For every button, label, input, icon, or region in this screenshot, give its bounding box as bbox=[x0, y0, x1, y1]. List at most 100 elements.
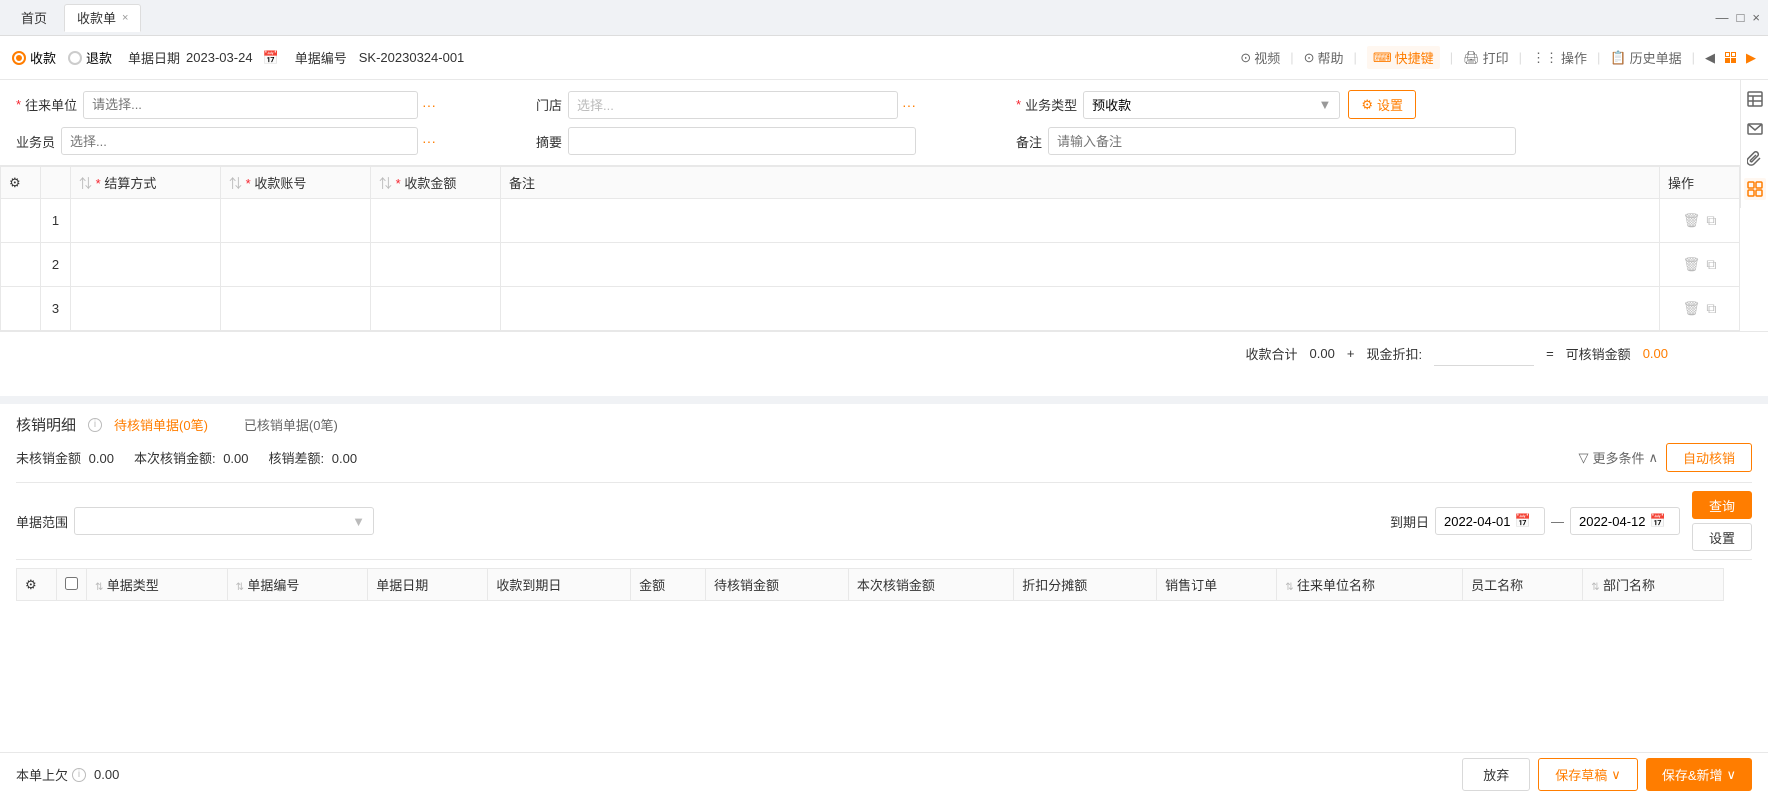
th-action: 操作 bbox=[1660, 167, 1740, 199]
store-select[interactable]: 选择... bbox=[568, 91, 898, 119]
close-icon[interactable]: × bbox=[122, 12, 128, 24]
row1-amount[interactable] bbox=[371, 199, 501, 243]
business-type-select[interactable]: 预收款 ▼ bbox=[1083, 91, 1340, 119]
row1-account[interactable] bbox=[221, 199, 371, 243]
row1-remark[interactable] bbox=[501, 199, 1660, 243]
sidebar-clip-icon[interactable] bbox=[1744, 148, 1766, 170]
number-value[interactable]: SK-20230324-001 bbox=[359, 50, 465, 65]
auto-verify-btn[interactable]: 自动核销 bbox=[1666, 443, 1752, 472]
row2-delete-icon[interactable]: 🗑 bbox=[1683, 256, 1701, 273]
date-value[interactable]: 2023-03-24 bbox=[186, 50, 253, 65]
shortcut-btn[interactable]: ⌨ 快捷键 bbox=[1367, 46, 1440, 69]
done-tab[interactable]: 已核销单据(0笔) bbox=[244, 415, 338, 434]
th-settlement: ⇅ * 结算方式 bbox=[71, 167, 221, 199]
receipt-radio[interactable]: 收款 bbox=[12, 48, 56, 67]
row3-actions: 🗑 ⧉ bbox=[1660, 287, 1740, 331]
nav-prev-btn[interactable]: ◀ bbox=[1705, 50, 1715, 66]
row3-settlement[interactable] bbox=[71, 287, 221, 331]
range-field: 单据范围 ▼ bbox=[16, 507, 1378, 535]
th-sort-icon: ⇅ bbox=[79, 176, 92, 191]
form-area: * 往来单位 ··· 门店 选择... ··· * 业务类型 预收款 bbox=[0, 80, 1768, 166]
row2-amount[interactable] bbox=[371, 243, 501, 287]
summary-input[interactable] bbox=[568, 127, 916, 155]
date-from-input[interactable]: 2022-04-01 📅 bbox=[1435, 507, 1545, 535]
sep5: | bbox=[1597, 50, 1600, 65]
verify-stats: 未核销金额 0.00 本次核销金额: 0.00 核销差额: 0.00 ▽ 更多条… bbox=[16, 443, 1752, 472]
history-btn[interactable]: 📋 历史单据 bbox=[1610, 48, 1681, 67]
bottom-th-amount: 金额 bbox=[631, 569, 706, 601]
row2-actions: 🗑 ⧉ bbox=[1660, 243, 1740, 287]
row3-delete-icon[interactable]: 🗑 bbox=[1683, 300, 1701, 317]
counterpart-input[interactable] bbox=[83, 91, 418, 119]
bottom-th-type: ⇅ 单据类型 bbox=[87, 569, 228, 601]
more-conditions-btn[interactable]: ▽ 更多条件 ∧ bbox=[1578, 448, 1658, 467]
staff-input[interactable] bbox=[61, 127, 418, 155]
pending-tab[interactable]: 待核销单据(0笔) bbox=[114, 415, 208, 434]
row1-settlement[interactable] bbox=[71, 199, 221, 243]
row2-settlement[interactable] bbox=[71, 243, 221, 287]
draft-arrow-icon: ∨ bbox=[1611, 767, 1621, 783]
print-btn[interactable]: 🖨 打印 bbox=[1463, 48, 1509, 67]
bottom-th-gear[interactable]: ⚙ bbox=[17, 569, 57, 601]
business-type-field: * 业务类型 预收款 ▼ ⚙ 设置 bbox=[1016, 90, 1416, 119]
verify-info-icon[interactable]: i bbox=[88, 418, 102, 432]
row2-num: 2 bbox=[41, 243, 71, 287]
bottom-th-current: 本次核销金额 bbox=[848, 569, 1013, 601]
save-draft-button[interactable]: 保存草稿 ∨ bbox=[1538, 758, 1638, 791]
window-max-btn[interactable]: □ bbox=[1737, 10, 1745, 25]
tab-home[interactable]: 首页 bbox=[8, 4, 60, 32]
grid-view-icon[interactable] bbox=[1725, 52, 1736, 63]
table-gear-header[interactable]: ⚙ bbox=[1, 167, 41, 199]
staff-more-btn[interactable]: ··· bbox=[422, 133, 436, 149]
calendar-icon[interactable]: 📅 bbox=[263, 50, 279, 66]
date-to-input[interactable]: 2022-04-12 📅 bbox=[1570, 507, 1680, 535]
query-button[interactable]: 查询 bbox=[1692, 491, 1752, 519]
row2-account[interactable] bbox=[221, 243, 371, 287]
refund-radio[interactable]: 退款 bbox=[68, 48, 112, 67]
settings-btn-label: 设置 bbox=[1377, 95, 1403, 114]
tab-receipt[interactable]: 收款单 × bbox=[64, 4, 141, 32]
biz-type-text: 业务类型 bbox=[1025, 95, 1077, 114]
bottom-th-checkbox[interactable] bbox=[57, 569, 87, 601]
select-all-checkbox[interactable] bbox=[65, 577, 78, 590]
total-value: 0.00 bbox=[1310, 346, 1335, 361]
window-close-btn[interactable]: × bbox=[1752, 10, 1760, 25]
summary-text: 摘要 bbox=[536, 132, 562, 151]
video-btn[interactable]: ⊙ 视频 bbox=[1240, 48, 1280, 67]
sidebar-expand-icon[interactable] bbox=[1744, 178, 1766, 200]
settings-button[interactable]: ⚙ 设置 bbox=[1348, 90, 1416, 119]
range-select[interactable]: ▼ bbox=[74, 507, 374, 535]
counterpart-field: * 往来单位 ··· bbox=[16, 91, 436, 119]
video-icon: ⊙ bbox=[1240, 50, 1251, 66]
counterpart-more-btn[interactable]: ··· bbox=[422, 97, 436, 113]
staff-text: 业务员 bbox=[16, 132, 55, 151]
verify-section: 核销明细 i 待核销单据(0笔) 已核销单据(0笔) 未核销金额 0.00 本次… bbox=[0, 404, 1768, 611]
sidebar-table-icon[interactable] bbox=[1744, 88, 1766, 110]
save-new-button[interactable]: 保存&新增 ∨ bbox=[1646, 758, 1752, 791]
operation-icon: ⋮⋮ bbox=[1532, 50, 1558, 66]
help-btn[interactable]: ⊙ 帮助 bbox=[1304, 48, 1344, 67]
row1-num: 1 bbox=[41, 199, 71, 243]
discount-input[interactable] bbox=[1434, 340, 1534, 366]
row1-delete-icon[interactable]: 🗑 bbox=[1683, 212, 1701, 229]
remark-input[interactable] bbox=[1048, 127, 1516, 155]
summary-field: 摘要 bbox=[536, 127, 916, 155]
row2-copy-icon[interactable]: ⧉ bbox=[1706, 256, 1716, 273]
nav-next-btn[interactable]: ▶ bbox=[1746, 50, 1756, 66]
window-min-btn[interactable]: — bbox=[1716, 10, 1729, 25]
gear-icon-bottom: ⚙ bbox=[25, 577, 37, 592]
shortcut-label: 快捷键 bbox=[1395, 48, 1434, 67]
sidebar-mail-icon[interactable] bbox=[1744, 118, 1766, 140]
row1-copy-icon[interactable]: ⧉ bbox=[1706, 212, 1716, 229]
operation-btn[interactable]: ⋮⋮ 操作 bbox=[1532, 48, 1587, 67]
row3-amount[interactable] bbox=[371, 287, 501, 331]
query-settings-button[interactable]: 设置 bbox=[1692, 523, 1752, 551]
abandon-button[interactable]: 放弃 bbox=[1462, 758, 1530, 791]
row2-remark[interactable] bbox=[501, 243, 1660, 287]
balance-info-icon[interactable]: i bbox=[72, 768, 86, 782]
row3-copy-icon[interactable]: ⧉ bbox=[1706, 300, 1716, 317]
row3-account[interactable] bbox=[221, 287, 371, 331]
store-more-btn[interactable]: ··· bbox=[902, 97, 916, 113]
row3-remark[interactable] bbox=[501, 287, 1660, 331]
table-row: 2 🗑 ⧉ bbox=[1, 243, 1740, 287]
